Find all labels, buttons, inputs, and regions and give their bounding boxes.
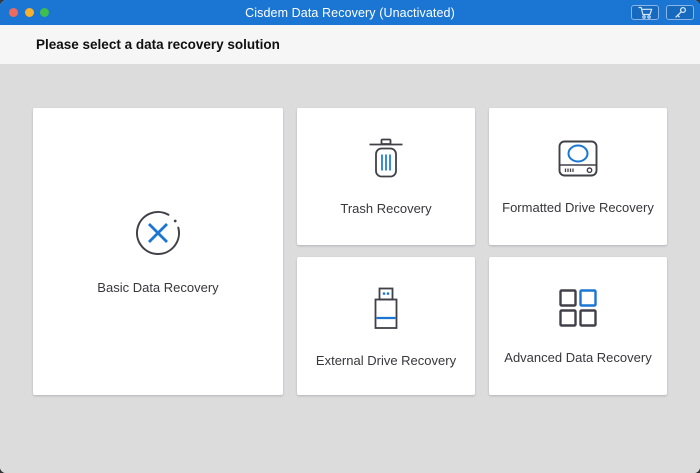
content-area: Basic Data Recovery Trash Recovery xyxy=(0,64,700,473)
card-label: Advanced Data Recovery xyxy=(504,350,651,365)
shopping-cart-icon xyxy=(638,6,653,19)
card-advanced-data-recovery[interactable]: Advanced Data Recovery xyxy=(489,257,667,395)
circle-x-icon xyxy=(134,209,182,257)
purchase-button[interactable] xyxy=(631,5,659,20)
minimize-button[interactable] xyxy=(25,8,34,17)
titlebar-toolbar xyxy=(631,5,700,20)
card-formatted-drive-recovery[interactable]: Formatted Drive Recovery xyxy=(489,108,667,245)
card-external-drive-recovery[interactable]: External Drive Recovery xyxy=(297,257,475,395)
traffic-lights xyxy=(0,8,49,17)
card-label: Basic Data Recovery xyxy=(97,280,218,295)
card-label: Formatted Drive Recovery xyxy=(502,200,654,215)
activate-button[interactable] xyxy=(666,5,694,20)
hard-drive-icon xyxy=(554,138,602,179)
solution-grid: Basic Data Recovery Trash Recovery xyxy=(33,108,667,395)
card-label: External Drive Recovery xyxy=(316,353,456,368)
card-basic-data-recovery[interactable]: Basic Data Recovery xyxy=(33,108,283,395)
title-bar: Cisdem Data Recovery (Unactivated) xyxy=(0,0,700,25)
usb-drive-icon xyxy=(367,285,405,332)
card-label: Trash Recovery xyxy=(340,201,431,216)
trash-can-icon xyxy=(366,138,406,180)
page-title: Please select a data recovery solution xyxy=(36,37,280,52)
card-trash-recovery[interactable]: Trash Recovery xyxy=(297,108,475,245)
app-window: Cisdem Data Recovery (Unactivated) xyxy=(0,0,700,473)
page-header: Please select a data recovery solution xyxy=(0,25,700,64)
zoom-button[interactable] xyxy=(40,8,49,17)
grid-squares-icon xyxy=(557,287,599,329)
close-button[interactable] xyxy=(9,8,18,17)
key-icon xyxy=(674,6,687,19)
window-title: Cisdem Data Recovery (Unactivated) xyxy=(0,6,700,20)
